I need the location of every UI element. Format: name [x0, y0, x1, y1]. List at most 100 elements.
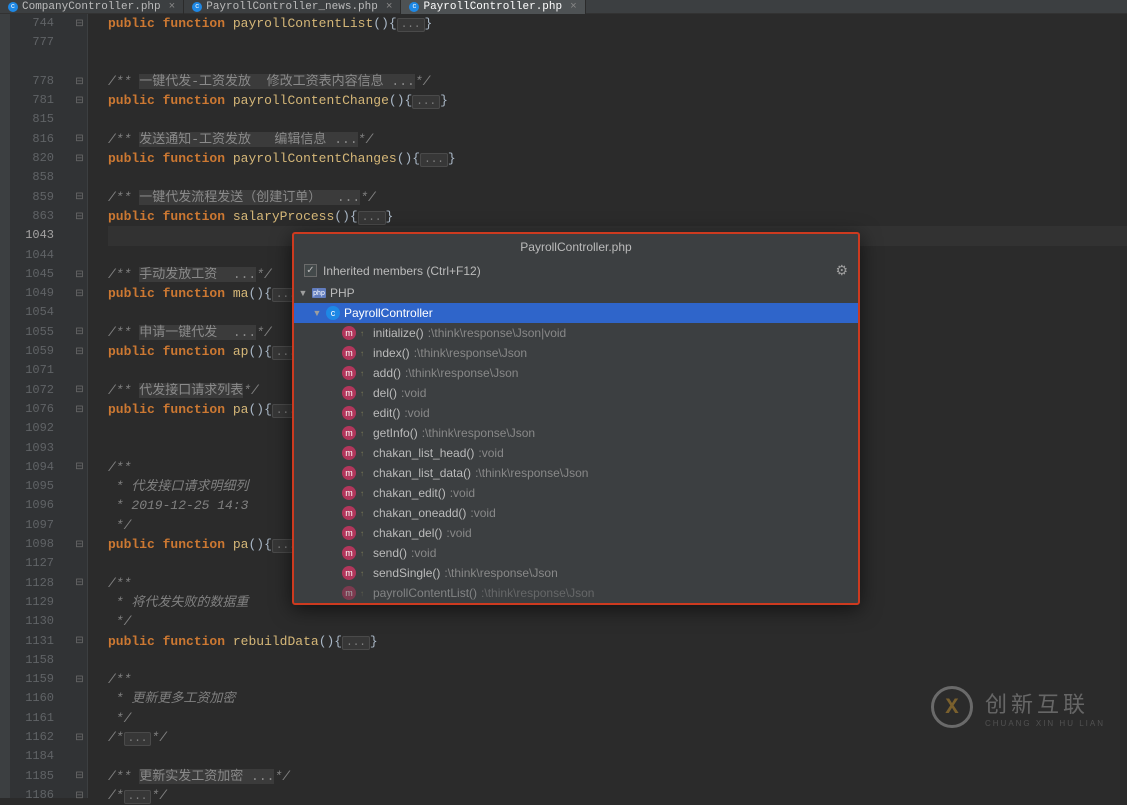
code-line[interactable]: [108, 33, 1127, 52]
code-line[interactable]: /** 发送通知-工资发放 编辑信息 ...*/: [108, 130, 1127, 149]
code-line[interactable]: [108, 168, 1127, 187]
code-line[interactable]: * 更新更多工资加密: [108, 689, 1127, 708]
close-icon[interactable]: ×: [570, 1, 577, 13]
editor-tabs: c CompanyController.php × c PayrollContr…: [0, 0, 1127, 14]
code-line[interactable]: /*...*/: [108, 728, 1127, 747]
override-icon: ↑: [360, 449, 369, 458]
method-icon: m: [342, 526, 356, 540]
member-type: :void: [411, 546, 436, 560]
expand-arrow-icon[interactable]: ▼: [298, 288, 308, 298]
member-name: edit(): [373, 406, 400, 420]
member-type: :\think\response\Json: [444, 566, 557, 580]
override-icon: ↑: [360, 429, 369, 438]
override-icon: ↑: [360, 529, 369, 538]
method-icon: m: [342, 486, 356, 500]
member-name: del(): [373, 386, 397, 400]
override-icon: ↑: [360, 369, 369, 378]
code-line[interactable]: public function payrollContentChange(){.…: [108, 91, 1127, 110]
override-icon: ↑: [360, 349, 369, 358]
expand-arrow-icon[interactable]: ▼: [312, 308, 322, 318]
code-line[interactable]: public function payrollContentChanges(){…: [108, 149, 1127, 168]
method-icon: m: [342, 446, 356, 460]
code-line[interactable]: [108, 110, 1127, 129]
structure-member[interactable]: m↑payrollContentList():\think\response\J…: [294, 583, 858, 603]
method-icon: m: [342, 366, 356, 380]
member-type: :void: [404, 406, 429, 420]
override-icon: ↑: [360, 389, 369, 398]
tab-label: PayrollController.php: [423, 1, 562, 13]
override-icon: ↑: [360, 489, 369, 498]
popup-toolbar: ✓ Inherited members (Ctrl+F12) ⚙: [294, 258, 858, 283]
code-line[interactable]: /**: [108, 670, 1127, 689]
tab-label: CompanyController.php: [22, 1, 161, 13]
tab-label: PayrollController_news.php: [206, 1, 378, 13]
code-line[interactable]: /** 一键代发-工资发放 修改工资表内容信息 ...*/: [108, 72, 1127, 91]
member-type: :void: [478, 446, 503, 460]
structure-member[interactable]: m ↑ send() :void: [294, 543, 858, 563]
method-icon: m: [342, 546, 356, 560]
member-name: getInfo(): [373, 426, 418, 440]
code-line[interactable]: [108, 651, 1127, 670]
member-type: :\think\response\Json: [422, 426, 535, 440]
tree-node-php[interactable]: ▼ php PHP: [294, 283, 858, 303]
structure-member[interactable]: m↑chakan_edit():void: [294, 483, 858, 503]
structure-member[interactable]: m↑chakan_oneadd():void: [294, 503, 858, 523]
member-type: :void: [446, 526, 471, 540]
code-line[interactable]: public function payrollContentList(){...…: [108, 14, 1127, 33]
structure-member[interactable]: m↑chakan_list_data():\think\response\Jso…: [294, 463, 858, 483]
override-icon: ↑: [360, 549, 369, 558]
php-class-icon: c: [192, 2, 202, 12]
tree-node-class[interactable]: ▼ c PayrollController: [294, 303, 858, 323]
override-icon: ↑: [360, 329, 369, 338]
checkbox-label: Inherited members (Ctrl+F12): [323, 264, 481, 278]
member-name: chakan_edit(): [373, 486, 446, 500]
code-line[interactable]: */: [108, 612, 1127, 631]
member-name: send(): [373, 546, 407, 560]
code-line[interactable]: /** 更新实发工资加密 ...*/: [108, 767, 1127, 786]
checkbox-icon: ✓: [304, 264, 317, 277]
tab-company[interactable]: c CompanyController.php ×: [0, 0, 184, 14]
structure-member[interactable]: m↑sendSingle():\think\response\Json: [294, 563, 858, 583]
structure-member[interactable]: m↑chakan_del():void: [294, 523, 858, 543]
code-line[interactable]: /** 一键代发流程发送（创建订单） ...*/: [108, 188, 1127, 207]
code-line[interactable]: public function salaryProcess(){...}: [108, 207, 1127, 226]
member-type: :\think\response\Json: [481, 586, 594, 600]
structure-member[interactable]: m↑index():\think\response\Json: [294, 343, 858, 363]
member-name: index(): [373, 346, 410, 360]
structure-member[interactable]: m ↑ chakan_list_head() :void: [294, 443, 858, 463]
code-line[interactable]: /*...*/: [108, 786, 1127, 805]
override-icon: ↑: [360, 409, 369, 418]
method-icon: m: [342, 386, 356, 400]
structure-member[interactable]: m ↑ getInfo() :\think\response\Json: [294, 423, 858, 443]
member-name: chakan_list_data(): [373, 466, 471, 480]
member-name: initialize(): [373, 326, 424, 340]
tab-payroll-news[interactable]: c PayrollController_news.php ×: [184, 0, 401, 14]
code-line[interactable]: [108, 53, 1127, 72]
code-line[interactable]: public function rebuildData(){...}: [108, 632, 1127, 651]
method-icon: m: [342, 566, 356, 580]
tree-node-label: PayrollController: [344, 306, 433, 320]
left-gutter-bar: [0, 14, 10, 798]
member-name: add(): [373, 366, 401, 380]
close-icon[interactable]: ×: [169, 1, 176, 13]
member-type: :void: [401, 386, 426, 400]
code-line[interactable]: */: [108, 709, 1127, 728]
method-icon: m: [342, 426, 356, 440]
code-line[interactable]: [108, 747, 1127, 766]
member-name: chakan_list_head(): [373, 446, 474, 460]
structure-member[interactable]: m↑add():\think\response\Json: [294, 363, 858, 383]
structure-popup: PayrollController.php ✓ Inherited member…: [292, 232, 860, 605]
class-icon: c: [326, 306, 340, 320]
tree-node-label: PHP: [330, 286, 355, 300]
inherited-members-checkbox[interactable]: ✓ Inherited members (Ctrl+F12): [304, 264, 481, 278]
php-class-icon: c: [409, 2, 419, 12]
structure-member[interactable]: m↑initialize():\think\response\Json|void: [294, 323, 858, 343]
override-icon: ↑: [360, 509, 369, 518]
tab-payroll[interactable]: c PayrollController.php ×: [401, 0, 585, 14]
close-icon[interactable]: ×: [386, 1, 393, 13]
gear-icon[interactable]: ⚙: [835, 262, 848, 279]
structure-member[interactable]: m ↑ del() :void: [294, 383, 858, 403]
method-icon: m: [342, 346, 356, 360]
structure-member[interactable]: m↑edit():void: [294, 403, 858, 423]
line-number-gutter: 7447777787818158168208588598631043104410…: [10, 14, 72, 798]
